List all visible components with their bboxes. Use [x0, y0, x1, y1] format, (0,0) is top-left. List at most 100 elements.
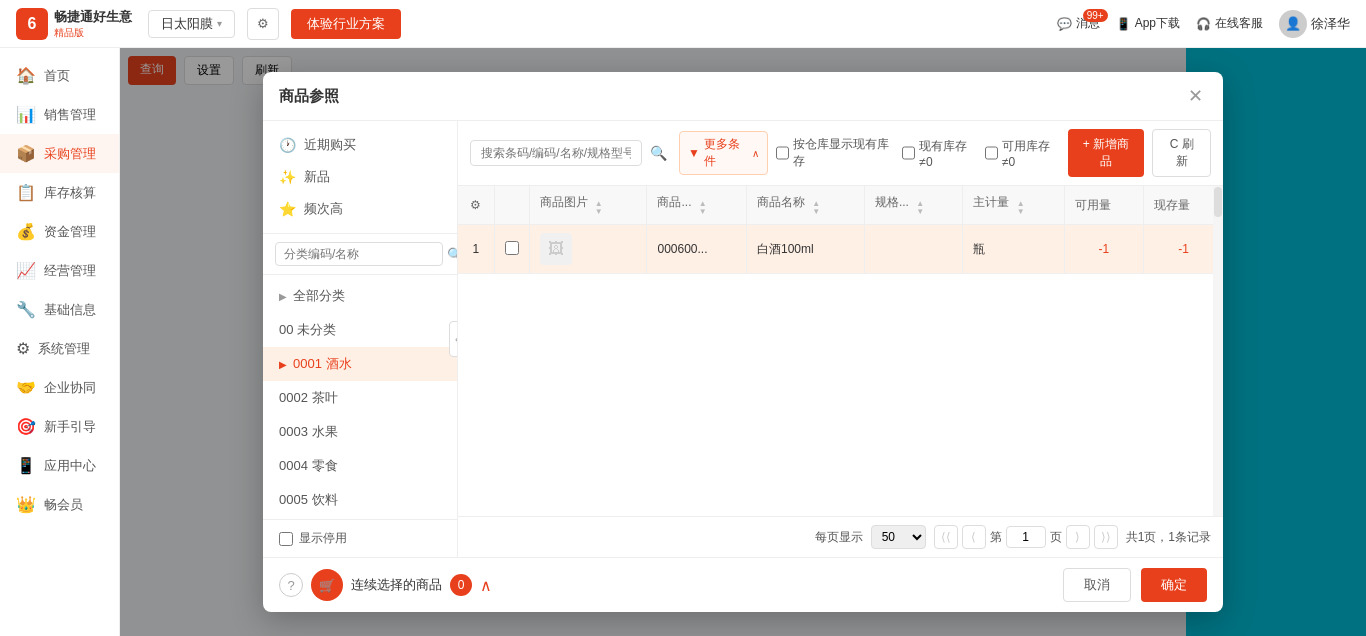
finance-icon: 💰 — [16, 222, 36, 241]
available-nonzero-checkbox[interactable] — [985, 146, 998, 160]
selected-count-badge: 0 — [450, 574, 472, 596]
user-area[interactable]: 👤 徐泽华 — [1279, 10, 1350, 38]
cancel-button[interactable]: 取消 — [1063, 568, 1131, 602]
sort-icon[interactable]: ▲▼ — [1017, 200, 1025, 216]
main-layout: 🏠 首页 📊 销售管理 📦 采购管理 📋 库存核算 💰 资金管理 📈 经营管理 … — [0, 48, 1366, 636]
vertical-scrollbar[interactable] — [1213, 186, 1223, 516]
cat-item-label: 全部分类 — [293, 287, 345, 305]
quick-item-new[interactable]: ✨ 新品 — [263, 161, 457, 193]
sidebar-item-apps[interactable]: 📱 应用中心 — [0, 446, 119, 485]
category-item-all[interactable]: ▶ 全部分类 — [263, 279, 457, 313]
sidebar-item-basic-info[interactable]: 🔧 基础信息 — [0, 290, 119, 329]
sidebar-item-system[interactable]: ⚙ 系统管理 — [0, 329, 119, 368]
category-list: ▶ 全部分类 00 未分类 ▶ 0001 酒水 0002 茶 — [263, 275, 457, 519]
cat-arrow-icon: ▶ — [279, 359, 287, 370]
sidebar-item-sales[interactable]: 📊 销售管理 — [0, 95, 119, 134]
total-text: 共1页，1条记录 — [1126, 529, 1211, 546]
quick-item-recent[interactable]: 🕐 近期购买 — [263, 129, 457, 161]
sort-icon[interactable]: ▲▼ — [812, 200, 820, 216]
confirm-button[interactable]: 确定 — [1141, 568, 1207, 602]
footer-left: ? 🛒 连续选择的商品 0 ∧ — [279, 569, 492, 601]
table-row[interactable]: 1 🖼 000600... 白酒100ml 瓶 — [458, 225, 1223, 274]
category-search-row: 🔍 — [263, 234, 457, 275]
row-checkbox[interactable] — [505, 241, 519, 255]
category-item-0003[interactable]: 0003 水果 — [263, 415, 457, 449]
sort-icon[interactable]: ▲▼ — [916, 200, 924, 216]
message-icon: 💬 — [1057, 17, 1072, 31]
quick-item-label: 频次高 — [304, 200, 343, 218]
gear-button[interactable]: ⚙ — [247, 8, 279, 40]
collapse-panel-button[interactable]: « — [449, 321, 458, 357]
category-search-input[interactable] — [275, 242, 443, 266]
page-number-input[interactable] — [1006, 526, 1046, 548]
quick-access: 🕐 近期购买 ✨ 新品 ⭐ 频次高 — [263, 121, 457, 234]
experience-button[interactable]: 体验行业方案 — [291, 9, 401, 39]
refresh-button[interactable]: C 刷新 — [1152, 129, 1211, 177]
cell-img: 🖼 — [529, 225, 647, 274]
sidebar-item-label: 库存核算 — [44, 184, 96, 202]
sidebar-item-label: 企业协同 — [44, 379, 96, 397]
collapse-selection-icon[interactable]: ∧ — [480, 576, 492, 595]
cart-button[interactable]: 🛒 — [311, 569, 343, 601]
show-disabled-checkbox[interactable] — [279, 532, 293, 546]
warehouse-filter-checkbox[interactable] — [776, 146, 789, 160]
modal-close-button[interactable]: ✕ — [1183, 84, 1207, 108]
prev-page-button[interactable]: ⟨ — [962, 525, 986, 549]
quick-item-frequent[interactable]: ⭐ 频次高 — [263, 193, 457, 225]
category-item-0004[interactable]: 0004 零食 — [263, 449, 457, 483]
sidebar-item-member[interactable]: 👑 畅会员 — [0, 485, 119, 524]
next-page-button[interactable]: ⟩ — [1066, 525, 1090, 549]
product-search-icon[interactable]: 🔍 — [650, 145, 667, 161]
category-item-00[interactable]: 00 未分类 — [263, 313, 457, 347]
more-filter-button[interactable]: ▼ 更多条件 ∧ — [679, 131, 768, 175]
category-search-icon[interactable]: 🔍 — [447, 247, 458, 262]
messages-nav-item[interactable]: 💬 消息 99+ — [1057, 15, 1100, 32]
stock-nonzero-checkbox[interactable] — [902, 146, 915, 160]
available-nonzero-filter-group: 可用库存≠0 — [985, 138, 1060, 169]
cell-check[interactable] — [494, 225, 529, 274]
sidebar-item-purchase[interactable]: 📦 采购管理 — [0, 134, 119, 173]
sidebar-item-guide[interactable]: 🎯 新手引导 — [0, 407, 119, 446]
col-settings[interactable]: ⚙ — [458, 186, 494, 225]
available-nonzero-label: 可用库存≠0 — [1002, 138, 1060, 169]
category-item-0005[interactable]: 0005 饮料 — [263, 483, 457, 517]
nav-dropdown[interactable]: 日太阳膜 ▾ — [148, 10, 235, 38]
content-area: 查询 设置 刷新 商品参照 ✕ — [120, 48, 1366, 636]
cell-available: -1 — [1064, 225, 1144, 274]
help-button[interactable]: ? — [279, 573, 303, 597]
topbar-right: 💬 消息 99+ 📱 App下载 🎧 在线客服 👤 徐泽华 — [1057, 10, 1350, 38]
sidebar-item-home[interactable]: 🏠 首页 — [0, 56, 119, 95]
messages-badge: 99+ — [1083, 9, 1108, 22]
col-unit: 主计量 ▲▼ — [963, 186, 1064, 225]
col-name: 商品名称 ▲▼ — [746, 186, 864, 225]
last-page-button[interactable]: ⟩⟩ — [1094, 525, 1118, 549]
category-item-0001[interactable]: ▶ 0001 酒水 — [263, 347, 457, 381]
sidebar-item-inventory[interactable]: 📋 库存核算 — [0, 173, 119, 212]
category-item-0002[interactable]: 0002 茶叶 — [263, 381, 457, 415]
first-page-button[interactable]: ⟨⟨ — [934, 525, 958, 549]
modal-footer: ? 🛒 连续选择的商品 0 ∧ 取消 确定 — [263, 557, 1223, 612]
products-content-panel: 🔍 ▼ 更多条件 ∧ 按仓库显示现有库存 — [458, 121, 1223, 557]
app-download-item[interactable]: 📱 App下载 — [1116, 15, 1180, 32]
cat-item-label: 0001 酒水 — [293, 355, 352, 373]
sidebar-item-finance[interactable]: 💰 资金管理 — [0, 212, 119, 251]
sidebar: 🏠 首页 📊 销售管理 📦 采购管理 📋 库存核算 💰 资金管理 📈 经营管理 … — [0, 48, 120, 636]
sidebar-item-operations[interactable]: 📈 经营管理 — [0, 251, 119, 290]
filter-arrow-icon: ∧ — [752, 148, 759, 159]
footer-right: 取消 确定 — [1063, 568, 1207, 602]
modal-body: 🕐 近期购买 ✨ 新品 ⭐ 频次高 — [263, 121, 1223, 557]
online-service-item[interactable]: 🎧 在线客服 — [1196, 15, 1263, 32]
table-header-row: ⚙ 商品图片 ▲▼ 商品... ▲▼ — [458, 186, 1223, 225]
modal-title: 商品参照 — [279, 87, 339, 106]
product-search-input[interactable] — [470, 140, 642, 166]
sort-icon[interactable]: ▲▼ — [595, 200, 603, 216]
scrollbar-thumb — [1214, 187, 1222, 217]
sidebar-item-enterprise[interactable]: 🤝 企业协同 — [0, 368, 119, 407]
add-product-button[interactable]: + 新增商品 — [1068, 129, 1145, 177]
sort-icon[interactable]: ▲▼ — [699, 200, 707, 216]
cell-unit: 瓶 — [963, 225, 1064, 274]
user-avatar: 👤 — [1279, 10, 1307, 38]
page-size-label: 每页显示 — [815, 529, 863, 546]
page-size-select[interactable]: 50 10 20 100 — [871, 525, 926, 549]
cat-item-label: 0003 水果 — [279, 423, 338, 441]
